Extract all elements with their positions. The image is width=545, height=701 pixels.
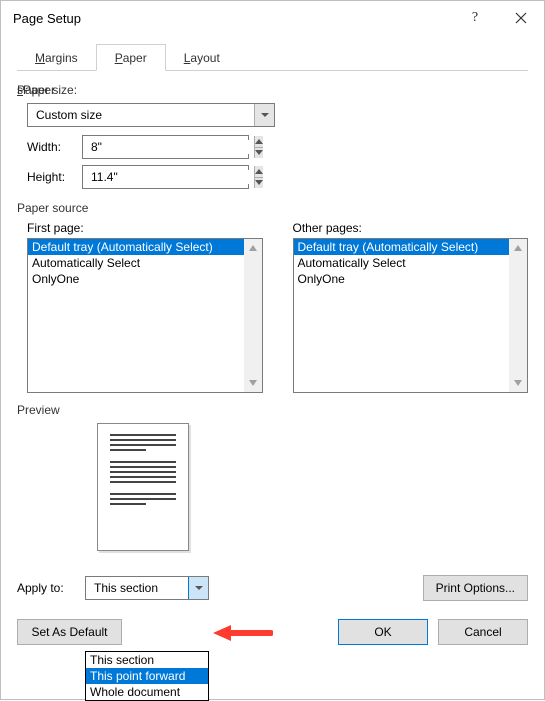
chevron-down-icon xyxy=(261,113,269,117)
triangle-up-icon xyxy=(255,139,263,144)
chevron-down-icon xyxy=(249,380,257,386)
apply-to-option[interactable]: Whole document xyxy=(86,684,208,700)
paper-size-group-label: Paper size: xyxy=(17,83,528,97)
height-input[interactable] xyxy=(83,170,254,184)
triangle-up-icon xyxy=(255,169,263,174)
help-button[interactable]: ? xyxy=(452,1,498,35)
apply-to-value: This section xyxy=(86,581,188,595)
other-pages-label: Other pages: xyxy=(293,221,529,235)
first-page-label: First page: xyxy=(27,221,263,235)
width-input[interactable] xyxy=(83,140,254,154)
titlebar: Page Setup ? xyxy=(1,1,544,35)
list-item[interactable]: OnlyOne xyxy=(28,271,244,287)
apply-to-dropdown[interactable]: This section xyxy=(85,576,209,600)
scroll-up-button[interactable] xyxy=(244,239,262,257)
paper-size-dropdown-button[interactable] xyxy=(254,104,274,126)
paper-source-group-label: Paper source xyxy=(17,201,528,215)
preview-label: Preview xyxy=(17,403,528,417)
scrollbar[interactable] xyxy=(244,239,262,392)
cancel-button[interactable]: Cancel xyxy=(438,619,528,645)
height-spin-down[interactable] xyxy=(255,177,263,189)
set-default-button[interactable]: Set As Default xyxy=(17,619,122,645)
paper-size-value: Custom size xyxy=(28,108,254,122)
chevron-down-icon xyxy=(195,586,203,590)
ok-button[interactable]: OK xyxy=(338,619,428,645)
apply-to-option[interactable]: This point forward xyxy=(86,668,208,684)
triangle-down-icon xyxy=(255,180,263,185)
scroll-up-button[interactable] xyxy=(509,239,527,257)
tab-margins[interactable]: Margins xyxy=(17,45,96,70)
window-title: Page Setup xyxy=(13,11,81,26)
apply-to-option[interactable]: This section xyxy=(86,652,208,668)
height-spin-up[interactable] xyxy=(255,166,263,177)
close-icon xyxy=(515,12,527,24)
list-item[interactable]: Automatically Select xyxy=(294,255,510,271)
width-label: Width: xyxy=(27,140,82,154)
apply-to-label: Apply to: xyxy=(17,581,85,595)
list-item[interactable]: Default tray (Automatically Select) xyxy=(28,239,244,255)
chevron-up-icon xyxy=(514,245,522,251)
other-pages-listbox[interactable]: Default tray (Automatically Select) Auto… xyxy=(293,238,529,393)
triangle-down-icon xyxy=(255,150,263,155)
scrollbar[interactable] xyxy=(509,239,527,392)
width-spin-up[interactable] xyxy=(255,136,263,147)
page-preview-thumbnail xyxy=(97,423,189,551)
width-spinner[interactable] xyxy=(82,135,249,159)
print-options-button[interactable]: Print Options... xyxy=(423,575,528,601)
tab-layout[interactable]: Layout xyxy=(166,45,238,70)
first-page-listbox[interactable]: Default tray (Automatically Select) Auto… xyxy=(27,238,263,393)
list-item[interactable]: Default tray (Automatically Select) xyxy=(294,239,510,255)
width-spin-down[interactable] xyxy=(255,147,263,159)
chevron-up-icon xyxy=(249,245,257,251)
list-item[interactable]: Automatically Select xyxy=(28,255,244,271)
tabstrip: Margins Paper Layout xyxy=(17,43,528,71)
height-spinner[interactable] xyxy=(82,165,249,189)
apply-to-dropdown-button[interactable] xyxy=(188,577,208,599)
height-label: Height: xyxy=(27,170,82,184)
list-item[interactable]: OnlyOne xyxy=(294,271,510,287)
paper-size-dropdown[interactable]: Custom size xyxy=(27,103,275,127)
tab-paper[interactable]: Paper xyxy=(96,44,166,71)
close-button[interactable] xyxy=(498,1,544,35)
page-setup-dialog: Page Setup ? Margins Paper Layout sPaper… xyxy=(0,0,545,700)
scroll-down-button[interactable] xyxy=(509,374,527,392)
apply-to-options-popup: This section This point forward Whole do… xyxy=(85,651,209,701)
chevron-down-icon xyxy=(514,380,522,386)
scroll-down-button[interactable] xyxy=(244,374,262,392)
